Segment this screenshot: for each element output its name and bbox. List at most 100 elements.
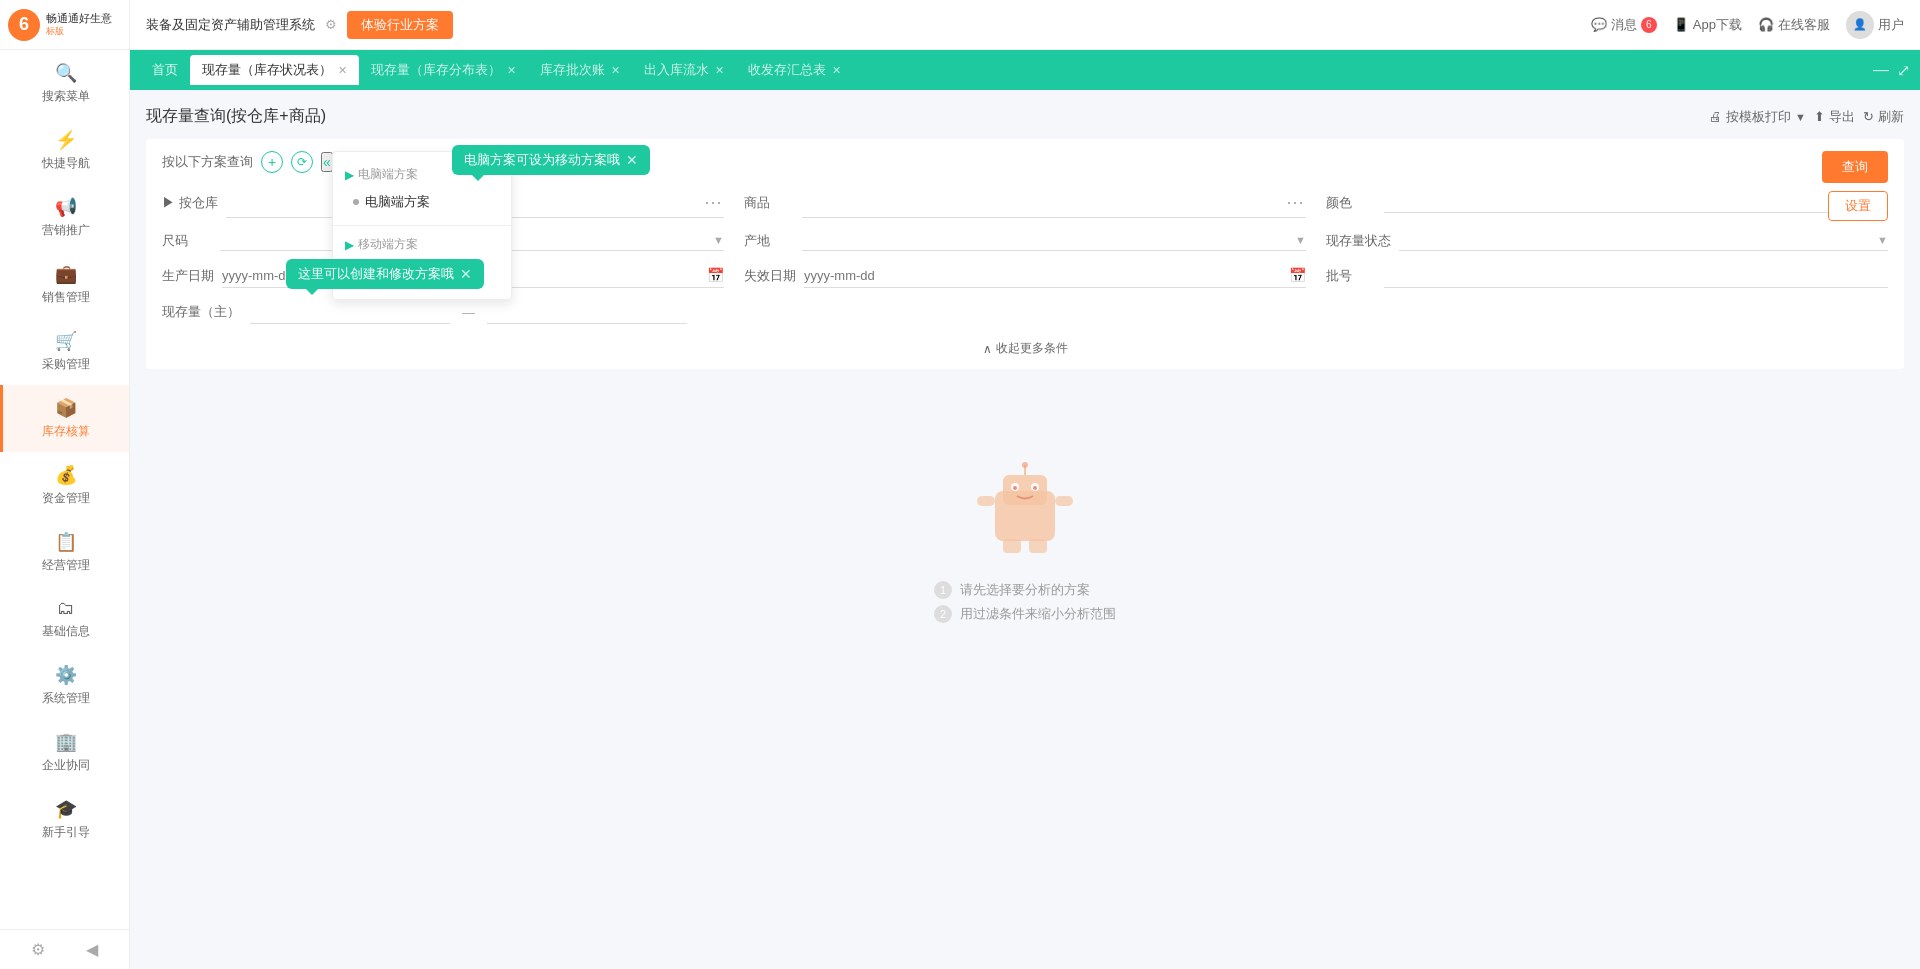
product-select[interactable]: ⋯ (802, 187, 1306, 218)
online-support-item[interactable]: 🎧 在线客服 (1758, 16, 1830, 34)
edit-scheme-btn[interactable]: ⟳ (291, 151, 313, 173)
sidebar-item-operations[interactable]: 📋 经营管理 (0, 519, 129, 586)
sidebar-item-basic[interactable]: 🗂 基础信息 (0, 586, 129, 652)
expiry-date-input[interactable] (804, 268, 1289, 283)
product-dots[interactable]: ⋯ (1286, 191, 1306, 213)
collapse-sidebar-icon[interactable]: ◀ (86, 940, 98, 959)
sidebar-item-quick[interactable]: ⚡ 快捷导航 (0, 117, 129, 184)
pc-scheme-item[interactable]: 电脑端方案 (345, 189, 499, 215)
step-num-2: 2 (934, 605, 952, 623)
svg-rect-7 (1055, 496, 1073, 506)
print-btn[interactable]: 🖨 按模板打印 ▼ (1709, 108, 1806, 126)
operations-icon: 📋 (55, 531, 77, 553)
tab-close-icon[interactable]: ✕ (338, 64, 347, 77)
sidebar-item-system[interactable]: ⚙️ 系统管理 (0, 652, 129, 719)
tab-label: 出入库流水 (644, 61, 709, 79)
empty-step2-text: 用过滤条件来缩小分析范围 (960, 605, 1116, 623)
main-content: 装备及固定资产辅助管理系统 ⚙ 体验行业方案 💬 消息 6 📱 App下载 🎧 … (130, 0, 1920, 969)
color-select[interactable]: ▼ (1384, 192, 1888, 213)
set-btn[interactable]: 设置 (1828, 191, 1888, 221)
app-download-item[interactable]: 📱 App下载 (1673, 16, 1742, 34)
color-field: 颜色 ▼ (1326, 192, 1888, 213)
app-download-label: App下载 (1693, 16, 1742, 34)
stock-status-select[interactable]: ▼ (1399, 230, 1888, 251)
product-label: 商品 (744, 194, 794, 212)
warehouse-dots[interactable]: ⋯ (704, 191, 724, 213)
origin-label: 产地 (744, 232, 794, 250)
tooltip2-text: 这里可以创建和修改方案哦 (298, 265, 454, 283)
empty-step-1: 1 请先选择要分析的方案 (934, 581, 1116, 599)
notification-badge: 6 (1641, 17, 1657, 33)
batch-label: 批号 (1326, 267, 1376, 285)
sidebar-item-marketing[interactable]: 📢 营销推广 (0, 184, 129, 251)
export-btn[interactable]: ⬆ 导出 (1814, 108, 1855, 126)
tooltip1-close[interactable]: ✕ (626, 152, 638, 168)
sidebar-item-enterprise[interactable]: 🏢 企业协同 (0, 719, 129, 786)
tab-close-icon[interactable]: ✕ (507, 64, 516, 77)
notification-item[interactable]: 💬 消息 6 (1591, 16, 1657, 34)
tab-inventory-status[interactable]: 现存量（库存状况表） ✕ (190, 55, 359, 85)
batch-input[interactable] (1384, 264, 1888, 288)
sidebar-item-label: 搜索菜单 (42, 88, 90, 105)
expiry-date-input-wrap[interactable]: 📅 (804, 263, 1306, 288)
warehouse-label: ▶ 按仓库 (162, 194, 218, 212)
tooltip2-close[interactable]: ✕ (460, 266, 472, 282)
header: 装备及固定资产辅助管理系统 ⚙ 体验行业方案 💬 消息 6 📱 App下载 🎧 … (130, 0, 1920, 50)
sidebar-item-sales[interactable]: 💼 销售管理 (0, 251, 129, 318)
expiry-date-label: 失效日期 (744, 267, 796, 285)
user-item[interactable]: 👤 用户 (1846, 11, 1904, 39)
tab-inventory-dist[interactable]: 现存量（库存分布表） ✕ (359, 55, 528, 85)
calendar-icon-1[interactable]: 📅 (707, 267, 724, 283)
add-scheme-btn[interactable]: + (261, 151, 283, 173)
stock-main-from[interactable] (250, 300, 450, 324)
filter-section-label: 按以下方案查询 (162, 153, 253, 171)
sidebar-item-search[interactable]: 🔍 搜索菜单 (0, 50, 129, 117)
calendar-icon-2[interactable]: 📅 (1289, 267, 1306, 283)
tab-close-icon[interactable]: ✕ (832, 64, 841, 77)
triangle-icon: ▶ (345, 168, 354, 182)
online-support-label: 在线客服 (1778, 16, 1830, 34)
tab-summary[interactable]: 收发存汇总表 ✕ (736, 55, 853, 85)
tab-home[interactable]: 首页 (140, 55, 190, 85)
search-menu-icon: 🔍 (55, 62, 77, 84)
sidebar-item-inventory[interactable]: 📦 库存核算 (0, 385, 129, 452)
tabs-bar: 首页 现存量（库存状况表） ✕ 现存量（库存分布表） ✕ 库存批次账 ✕ 出入库… (130, 50, 1920, 90)
stock-main-to[interactable] (487, 300, 687, 324)
tab-close-icon[interactable]: ✕ (611, 64, 620, 77)
settings-icon[interactable]: ⚙ (325, 17, 337, 32)
triangle-icon: ▶ (345, 238, 354, 252)
inventory-icon: 📦 (55, 397, 77, 419)
settings-bottom-icon[interactable]: ⚙ (31, 940, 45, 959)
quick-nav-icon: ⚡ (55, 129, 77, 151)
tab-close-icon[interactable]: ✕ (715, 64, 724, 77)
robot-svg (965, 461, 1085, 561)
size-label: 尺码 (162, 232, 212, 250)
tab-flow[interactable]: 出入库流水 ✕ (632, 55, 736, 85)
sidebar-item-purchase[interactable]: 🛒 采购管理 (0, 318, 129, 385)
sidebar-item-label: 采购管理 (42, 356, 90, 373)
sidebar-item-label: 营销推广 (42, 222, 90, 239)
sidebar-item-guide[interactable]: 🎓 新手引导 (0, 786, 129, 853)
purchase-icon: 🛒 (55, 330, 77, 352)
search-btn[interactable]: 查询 (1822, 151, 1888, 183)
origin-select[interactable]: ▼ (802, 230, 1306, 251)
empty-illustration (965, 461, 1085, 561)
collapse-label: 收起更多条件 (996, 340, 1068, 357)
scheme-tooltip1: 电脑方案可设为移动方案哦 ✕ (452, 145, 650, 175)
trial-btn[interactable]: 体验行业方案 (347, 11, 453, 39)
sidebar-item-finance[interactable]: 💰 资金管理 (0, 452, 129, 519)
marketing-icon: 📢 (55, 196, 77, 218)
range-separator: — (462, 305, 475, 320)
tab-expand-icon[interactable]: ⤢ (1897, 61, 1910, 80)
batch-field: 批号 (1326, 264, 1888, 288)
empty-step-2: 2 用过滤条件来缩小分析范围 (934, 605, 1116, 623)
collapse-btn[interactable]: ∧ 收起更多条件 (162, 336, 1888, 361)
svg-point-4 (1013, 486, 1017, 490)
user-name: 用户 (1878, 16, 1904, 34)
tab-minimize-icon[interactable]: — (1873, 61, 1889, 80)
refresh-btn[interactable]: ↻ 刷新 (1863, 108, 1904, 126)
tab-batch-ledger[interactable]: 库存批次账 ✕ (528, 55, 632, 85)
sidebar-menu: 🔍 搜索菜单 ⚡ 快捷导航 📢 营销推广 💼 销售管理 🛒 采购管理 📦 库存核… (0, 50, 129, 929)
stock-main-label: 现存量（主） (162, 303, 242, 321)
svg-rect-9 (1029, 539, 1047, 553)
